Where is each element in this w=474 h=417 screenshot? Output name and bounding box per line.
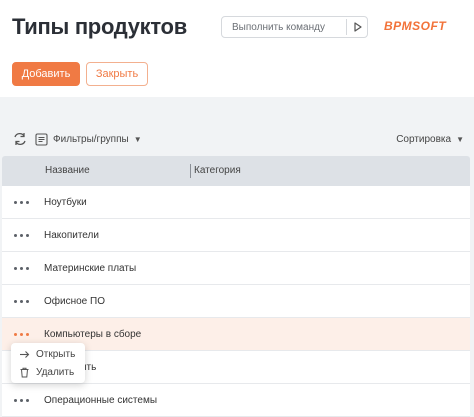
refresh-icon[interactable]	[12, 131, 28, 147]
sort-dropdown[interactable]: Сортировка ▼	[396, 130, 464, 148]
column-header-category[interactable]: Категория	[194, 165, 241, 176]
row-actions-icon[interactable]	[14, 296, 32, 306]
grid-header: Название Категория	[2, 156, 470, 186]
column-divider[interactable]	[190, 164, 191, 178]
arrow-right-icon	[20, 350, 30, 358]
command-box	[221, 16, 368, 38]
row-name: Накопители	[44, 230, 99, 241]
close-button[interactable]: Закрыть	[86, 62, 148, 86]
menu-item-open[interactable]: Открыть	[11, 345, 85, 363]
row-name: Материнские платы	[44, 263, 137, 274]
row-context-menu: Открыть Удалить	[11, 343, 85, 383]
chevron-down-icon: ▼	[456, 134, 464, 144]
row-name: Операционные системы	[44, 395, 158, 406]
row-actions-icon[interactable]	[14, 230, 32, 240]
page-title: Типы продуктов	[12, 14, 187, 39]
play-icon	[354, 22, 362, 32]
column-header-name[interactable]: Название	[45, 165, 90, 176]
row-name: Офисное ПО	[44, 296, 105, 307]
table-row[interactable]: Материнские платы	[2, 252, 470, 285]
table-row[interactable]: Накопители	[2, 219, 470, 252]
add-button[interactable]: Добавить	[12, 62, 80, 86]
row-actions-icon[interactable]	[14, 197, 32, 207]
sort-label: Сортировка	[396, 133, 452, 145]
table-row[interactable]: Офисное ПО	[2, 285, 470, 318]
command-input[interactable]	[222, 17, 346, 37]
menu-item-delete-label: Удалить	[36, 366, 75, 378]
row-actions-icon[interactable]	[14, 395, 32, 405]
grid-toolbar: Фильтры/группы ▼ Сортировка ▼	[0, 126, 474, 152]
table-row[interactable]: Операционные системы	[2, 384, 470, 417]
filters-groups-dropdown[interactable]: Фильтры/группы ▼	[35, 130, 142, 148]
brand-logo: BPMSOFT	[384, 19, 447, 33]
filter-list-icon	[35, 132, 48, 146]
row-name: Ноутбуки	[44, 197, 87, 208]
filters-groups-label: Фильтры/группы	[53, 133, 129, 145]
chevron-down-icon: ▼	[133, 134, 142, 144]
row-name: Компьютеры в сборе	[44, 329, 142, 340]
row-actions-icon[interactable]	[14, 329, 32, 339]
trash-icon	[20, 367, 29, 377]
run-command-button[interactable]	[348, 17, 368, 37]
menu-item-delete[interactable]: Удалить	[11, 363, 85, 381]
command-separator	[346, 19, 347, 35]
row-actions-icon[interactable]	[14, 263, 32, 273]
menu-item-open-label: Открыть	[36, 348, 76, 360]
table-row[interactable]: Ноутбуки	[2, 186, 470, 219]
header-panel: Типы продуктов BPMSOFT Добавить Закрыть	[0, 0, 474, 97]
